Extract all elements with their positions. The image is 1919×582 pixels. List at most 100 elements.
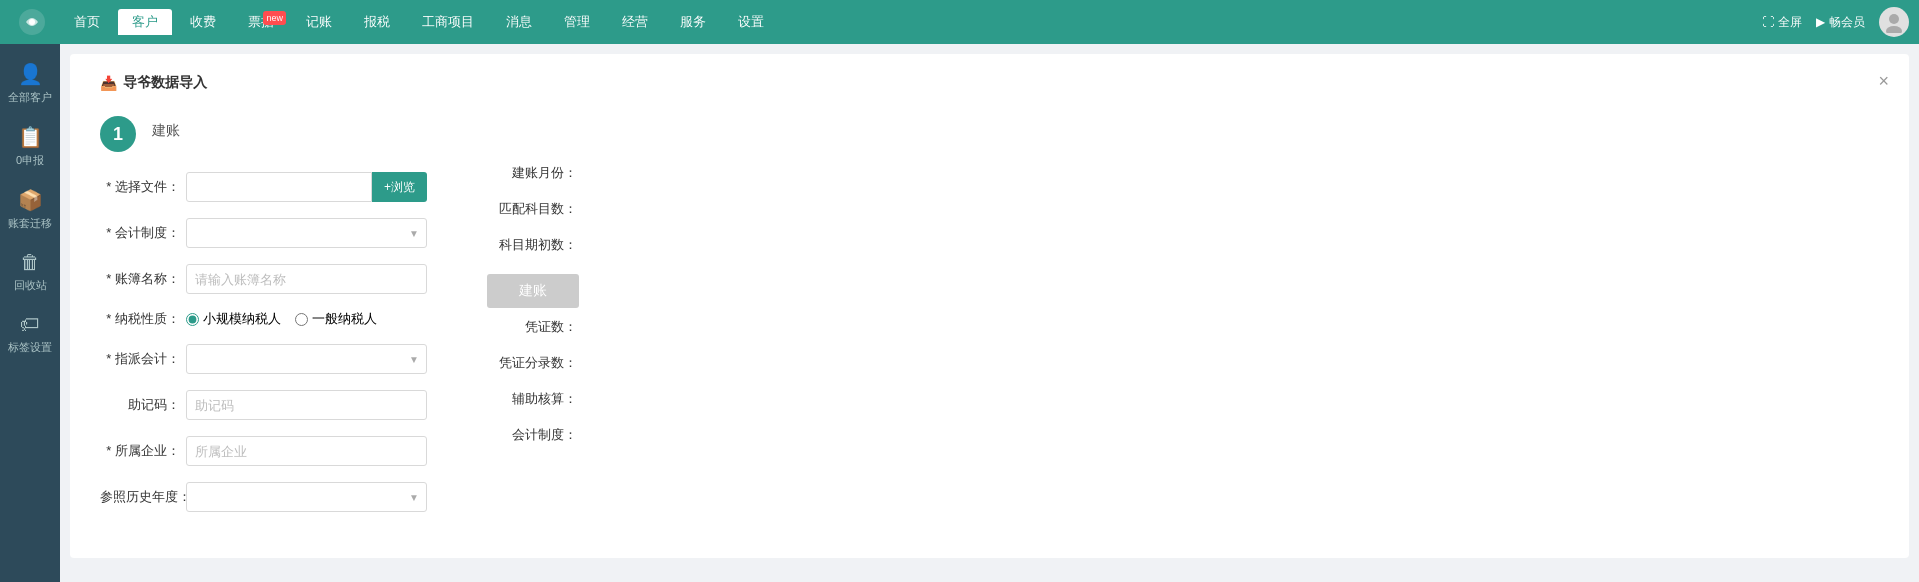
- nav-settings[interactable]: 设置: [724, 9, 778, 35]
- sidebar-label-trash: 回收站: [14, 278, 47, 293]
- nav-client[interactable]: 客户: [118, 9, 172, 35]
- form-left: 1 建账 * 选择文件： +浏览 * 会计制度：: [100, 112, 427, 528]
- history-year-row: 参照历史年度： ▼: [100, 482, 427, 512]
- nav-menu: 首页 客户 收费 票据 new 记账 报税 工商项目 消息 管理 经营 服务 设…: [60, 9, 1762, 35]
- right-accounting-system-label: 会计制度：: [487, 426, 577, 444]
- radio-general[interactable]: 一般纳税人: [295, 310, 377, 328]
- vip-btn[interactable]: ▶ 畅会员: [1816, 14, 1865, 31]
- nav-manage[interactable]: 管理: [550, 9, 604, 35]
- import-icon: 📥: [100, 75, 117, 91]
- sidebar-label-migrate: 账套迁移: [8, 216, 52, 231]
- file-input[interactable]: [186, 172, 372, 202]
- right-accounting-system-row: 会计制度：: [487, 426, 807, 444]
- file-input-group: +浏览: [186, 172, 427, 202]
- radio-general-label: 一般纳税人: [312, 310, 377, 328]
- tax-type-radio-group: 小规模纳税人 一般纳税人: [186, 310, 377, 328]
- avatar[interactable]: [1879, 7, 1909, 37]
- sidebar: 👤 全部客户 📋 0申报 📦 账套迁移 🗑 回收站 🏷 标签设置: [0, 44, 60, 582]
- tax-type-label: * 纳税性质：: [100, 310, 180, 328]
- memo-input[interactable]: [186, 390, 427, 420]
- step-badge: 1: [100, 116, 136, 152]
- memo-row: 助记码：: [100, 390, 427, 420]
- history-year-select-wrapper: ▼: [186, 482, 427, 512]
- migrate-icon: 📦: [18, 188, 43, 212]
- svg-point-3: [1886, 26, 1902, 33]
- accounting-system-row: * 会计制度： ▼: [100, 218, 427, 248]
- ledger-name-input[interactable]: [186, 264, 427, 294]
- import-card: 📥 导爷数据导入 × 1 建账 * 选择文件： +浏览: [70, 54, 1909, 558]
- close-button[interactable]: ×: [1878, 72, 1889, 90]
- nav-message[interactable]: 消息: [492, 9, 546, 35]
- ledger-name-row: * 账簿名称：: [100, 264, 427, 294]
- trash-icon: 🗑: [20, 251, 40, 274]
- month-label: 建账月份：: [487, 164, 577, 182]
- memo-label: 助记码：: [100, 396, 180, 414]
- accounting-system-select[interactable]: [186, 218, 427, 248]
- voucher-label: 凭证数：: [487, 318, 577, 336]
- sidebar-item-trash[interactable]: 🗑 回收站: [0, 243, 60, 301]
- voucher-entries-row: 凭证分录数：: [487, 354, 807, 372]
- sidebar-item-all-clients[interactable]: 👤 全部客户: [0, 54, 60, 113]
- nav-home[interactable]: 首页: [60, 9, 114, 35]
- nav-invoice[interactable]: 票据 new: [234, 9, 288, 35]
- month-row: 建账月份：: [487, 164, 807, 182]
- accounting-system-label: * 会计制度：: [100, 224, 180, 242]
- step-section: 1 建账: [100, 112, 427, 152]
- radio-small-scale-label: 小规模纳税人: [203, 310, 281, 328]
- top-right-actions: ⛶ 全屏 ▶ 畅会员: [1762, 7, 1909, 37]
- nav-bookkeeping[interactable]: 记账: [292, 9, 346, 35]
- accountant-label: * 指派会计：: [100, 350, 180, 368]
- history-year-select[interactable]: [186, 482, 427, 512]
- tax-type-row: * 纳税性质： 小规模纳税人 一般纳税人: [100, 310, 427, 328]
- history-year-label: 参照历史年度：: [100, 488, 180, 506]
- subject-initial-row: 科目期初数：: [487, 236, 807, 254]
- sidebar-label-all-clients: 全部客户: [8, 90, 52, 105]
- nav-operation[interactable]: 经营: [608, 9, 662, 35]
- accounting-system-select-wrapper: ▼: [186, 218, 427, 248]
- subject-initial-label: 科目期初数：: [487, 236, 577, 254]
- accountant-select[interactable]: [186, 344, 427, 374]
- content-area: 📥 导爷数据导入 × 1 建账 * 选择文件： +浏览: [60, 44, 1919, 582]
- accountant-row: * 指派会计： ▼: [100, 344, 427, 374]
- svg-point-1: [29, 19, 35, 25]
- app-logo[interactable]: [10, 0, 54, 44]
- match-subjects-label: 匹配科目数：: [487, 200, 577, 218]
- form-wrapper: 1 建账 * 选择文件： +浏览 * 会计制度：: [100, 112, 1879, 528]
- sidebar-label-tag: 标签设置: [8, 340, 52, 355]
- voucher-row: 凭证数：: [487, 318, 807, 336]
- svg-point-2: [1889, 14, 1899, 24]
- card-title: 📥 导爷数据导入: [100, 74, 1879, 92]
- sidebar-label-declare: 0申报: [16, 153, 44, 168]
- nav-business[interactable]: 工商项目: [408, 9, 488, 35]
- company-label: * 所属企业：: [100, 442, 180, 460]
- form-right: 建账月份： 匹配科目数： 科目期初数： 建账 凭证数：: [487, 112, 807, 528]
- vip-label: 畅会员: [1829, 14, 1865, 31]
- top-navigation: 首页 客户 收费 票据 new 记账 报税 工商项目 消息 管理 经营 服务 设…: [0, 0, 1919, 44]
- aux-accounting-label: 辅助核算：: [487, 390, 577, 408]
- nav-fee[interactable]: 收费: [176, 9, 230, 35]
- aux-accounting-row: 辅助核算：: [487, 390, 807, 408]
- fullscreen-label: 全屏: [1778, 14, 1802, 31]
- sidebar-item-declare[interactable]: 📋 0申报: [0, 117, 60, 176]
- tag-icon: 🏷: [20, 313, 40, 336]
- fullscreen-btn[interactable]: ⛶ 全屏: [1762, 14, 1802, 31]
- step-label: 建账: [152, 112, 180, 140]
- build-account-button[interactable]: 建账: [487, 274, 579, 308]
- radio-general-input[interactable]: [295, 313, 308, 326]
- sidebar-item-tag[interactable]: 🏷 标签设置: [0, 305, 60, 363]
- file-row: * 选择文件： +浏览: [100, 172, 427, 202]
- company-row: * 所属企业：: [100, 436, 427, 466]
- radio-small-scale[interactable]: 小规模纳税人: [186, 310, 281, 328]
- company-input[interactable]: [186, 436, 427, 466]
- accountant-select-wrapper: ▼: [186, 344, 427, 374]
- browse-button[interactable]: +浏览: [372, 172, 427, 202]
- match-subjects-row: 匹配科目数：: [487, 200, 807, 218]
- radio-small-scale-input[interactable]: [186, 313, 199, 326]
- nav-tax[interactable]: 报税: [350, 9, 404, 35]
- sidebar-item-migrate[interactable]: 📦 账套迁移: [0, 180, 60, 239]
- file-label: * 选择文件：: [100, 178, 180, 196]
- fullscreen-icon: ⛶: [1762, 15, 1774, 29]
- person-icon: 👤: [18, 62, 43, 86]
- ledger-name-label: * 账簿名称：: [100, 270, 180, 288]
- nav-service[interactable]: 服务: [666, 9, 720, 35]
